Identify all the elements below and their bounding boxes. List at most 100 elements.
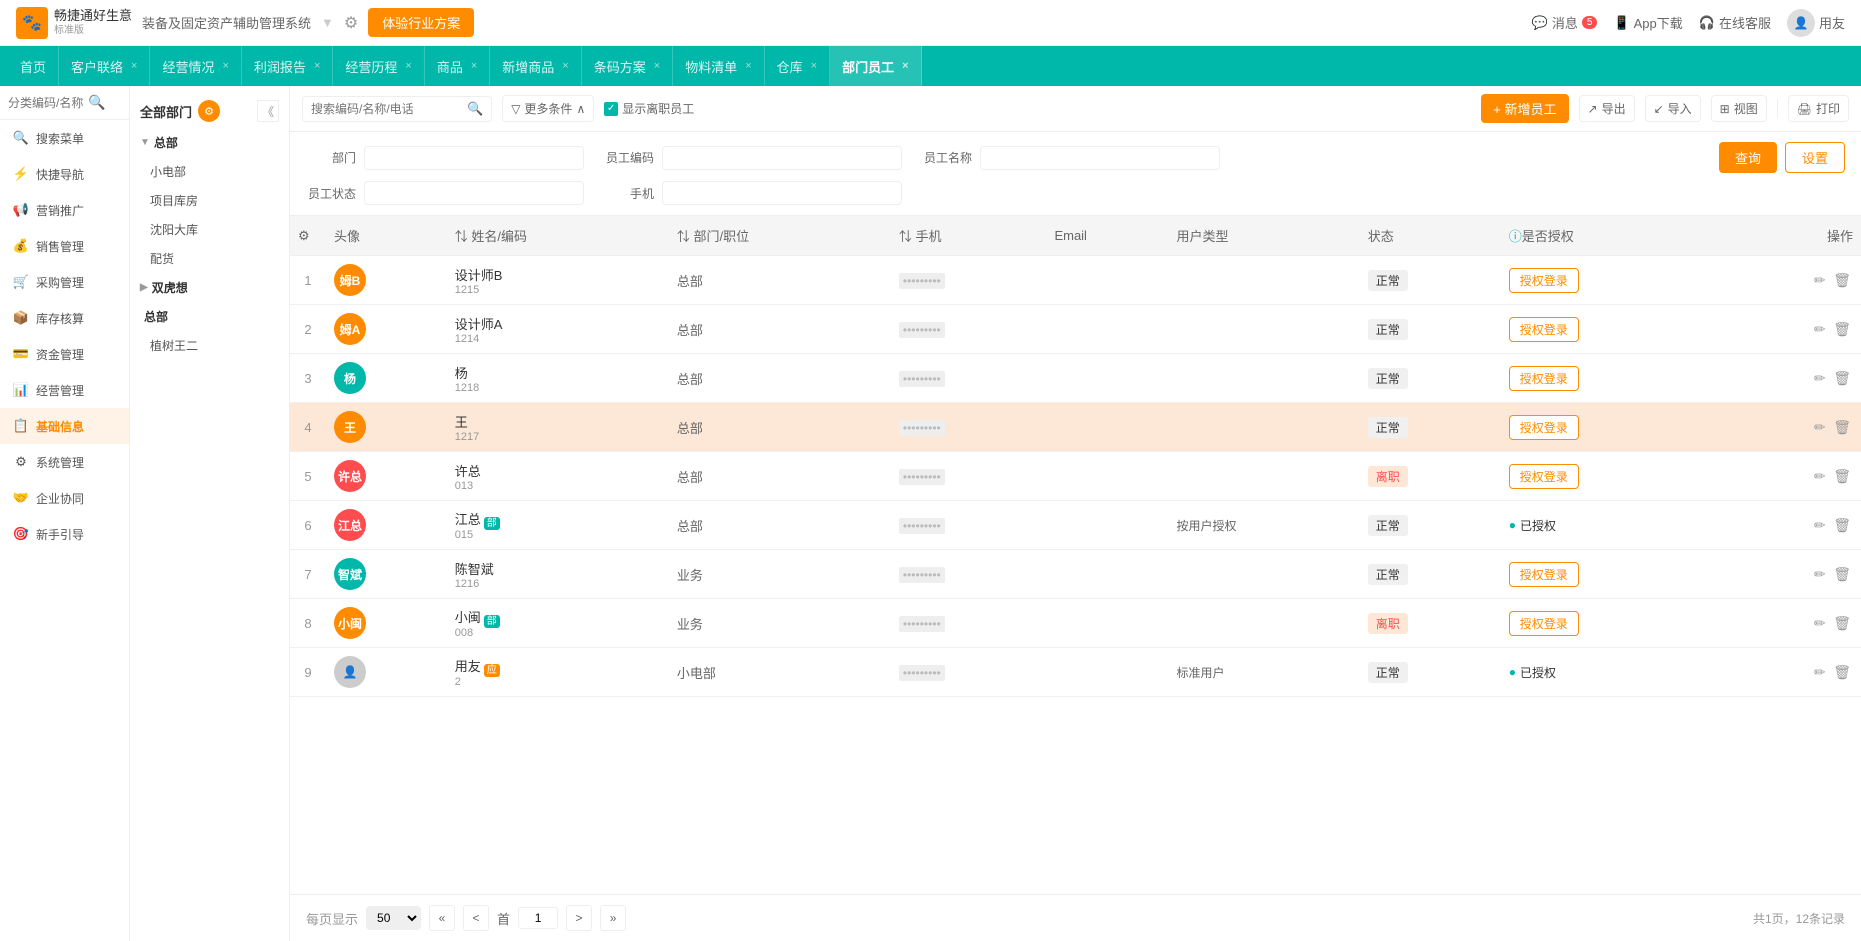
- auth-button[interactable]: 授权登录: [1509, 268, 1579, 293]
- dept-group-zongbu[interactable]: ▼ 总部: [130, 128, 289, 157]
- service-item[interactable]: 🎧 在线客服: [1699, 13, 1771, 32]
- close-history-icon[interactable]: ×: [405, 60, 411, 72]
- auth-button[interactable]: 授权登录: [1509, 317, 1579, 342]
- tab-profit[interactable]: 利润报告 ×: [242, 46, 333, 86]
- edit-button[interactable]: ✏: [1812, 270, 1828, 291]
- view-button[interactable]: ⊞ 视图: [1711, 95, 1767, 122]
- close-barcode-icon[interactable]: ×: [654, 60, 660, 72]
- delete-button[interactable]: 🗑: [1831, 564, 1853, 585]
- delete-button[interactable]: 🗑: [1831, 662, 1853, 683]
- dept-all-label[interactable]: 全部部门: [140, 102, 192, 121]
- dept-item-distribution[interactable]: 配货: [130, 244, 289, 273]
- sidebar-item-mgmt[interactable]: 📊 经营管理: [0, 372, 129, 408]
- tab-bom[interactable]: 物料清单 ×: [673, 46, 764, 86]
- edit-button[interactable]: ✏: [1812, 319, 1828, 340]
- show-resigned-checkbox[interactable]: ✓: [604, 102, 618, 116]
- delete-button[interactable]: 🗑: [1831, 515, 1853, 536]
- trial-button[interactable]: 体验行业方案: [368, 8, 474, 37]
- tab-goods[interactable]: 商品 ×: [425, 46, 490, 86]
- delete-button[interactable]: 🗑: [1831, 270, 1853, 291]
- dept-item-shenyang[interactable]: 沈阳大库: [130, 215, 289, 244]
- page-size-select[interactable]: 50 100: [366, 906, 421, 930]
- edit-button[interactable]: ✏: [1812, 662, 1828, 683]
- export-button[interactable]: ↗ 导出: [1579, 95, 1635, 122]
- next-page-button[interactable]: >: [566, 905, 592, 931]
- auth-button[interactable]: 授权登录: [1509, 562, 1579, 587]
- dept-item-project[interactable]: 项目库房: [130, 186, 289, 215]
- dept-tag-button[interactable]: ⚙: [198, 100, 220, 122]
- delete-button[interactable]: 🗑: [1831, 319, 1853, 340]
- tab-addgoods[interactable]: 新增商品 ×: [490, 46, 581, 86]
- delete-button[interactable]: 🗑: [1831, 466, 1853, 487]
- print-button[interactable]: 🖨 打印: [1788, 95, 1849, 122]
- close-goods-icon[interactable]: ×: [471, 60, 477, 72]
- close-customer-icon[interactable]: ×: [131, 60, 137, 72]
- page-number-input[interactable]: [518, 907, 558, 929]
- filter-dept-select[interactable]: [364, 146, 584, 170]
- filter-status-select[interactable]: [364, 181, 584, 205]
- dept-group-zongbu2[interactable]: 总部: [130, 302, 289, 331]
- reset-button[interactable]: 设置: [1785, 142, 1845, 173]
- edit-button[interactable]: ✏: [1812, 564, 1828, 585]
- close-warehouse-icon[interactable]: ×: [811, 60, 817, 72]
- edit-button[interactable]: ✏: [1812, 515, 1828, 536]
- sidebar-item-sales[interactable]: 💰 销售管理: [0, 228, 129, 264]
- delete-button[interactable]: 🗑: [1831, 368, 1853, 389]
- close-operation-icon[interactable]: ×: [222, 60, 228, 72]
- sidebar-item-collab[interactable]: 🤝 企业协同: [0, 480, 129, 516]
- settings-icon[interactable]: ⚙: [298, 228, 310, 243]
- sidebar-item-guide[interactable]: 🎯 新手引导: [0, 516, 129, 552]
- sidebar-item-search[interactable]: 🔍 搜索菜单: [0, 120, 129, 156]
- edit-button[interactable]: ✏: [1812, 368, 1828, 389]
- sidebar-item-inventory[interactable]: 📦 库存核算: [0, 300, 129, 336]
- delete-button[interactable]: 🗑: [1831, 613, 1853, 634]
- auth-button[interactable]: 授权登录: [1509, 415, 1579, 440]
- tab-home[interactable]: 首页: [8, 46, 59, 86]
- last-page-button[interactable]: »: [600, 905, 626, 931]
- filter-phone-input[interactable]: [662, 181, 902, 205]
- import-button[interactable]: ↙ 导入: [1645, 95, 1701, 122]
- tab-operation[interactable]: 经营情况 ×: [150, 46, 241, 86]
- gear-button[interactable]: ⚙: [344, 13, 358, 33]
- tab-warehouse[interactable]: 仓库 ×: [765, 46, 830, 86]
- dept-group-shuanghu[interactable]: ▶ 双虎想: [130, 273, 289, 302]
- dept-item-zhishu[interactable]: 植树王二: [130, 331, 289, 360]
- message-item[interactable]: 💬 消息 5: [1532, 13, 1598, 32]
- more-filter-button[interactable]: ▽ 更多条件 ∧: [502, 95, 594, 122]
- employee-search-input[interactable]: [311, 102, 461, 116]
- add-employee-button[interactable]: + 新增员工: [1481, 94, 1568, 123]
- tab-customer[interactable]: 客户联络 ×: [59, 46, 150, 86]
- edit-button[interactable]: ✏: [1812, 466, 1828, 487]
- delete-button[interactable]: 🗑: [1831, 417, 1853, 438]
- sidebar-item-marketing[interactable]: 📢 营销推广: [0, 192, 129, 228]
- query-button[interactable]: 查询: [1719, 142, 1777, 173]
- user-item[interactable]: 👤 用友: [1787, 9, 1845, 37]
- tab-history[interactable]: 经营历程 ×: [333, 46, 424, 86]
- first-page-button[interactable]: «: [429, 905, 455, 931]
- show-resigned-check[interactable]: ✓ 显示离职员工: [604, 100, 694, 117]
- auth-button[interactable]: 授权登录: [1509, 366, 1579, 391]
- sidebar-search-input[interactable]: [8, 96, 88, 110]
- close-addgoods-icon[interactable]: ×: [562, 60, 568, 72]
- dept-item-xiaodian[interactable]: 小电部: [130, 157, 289, 186]
- tab-employee[interactable]: 部门员工 ×: [830, 46, 921, 86]
- sidebar-item-system[interactable]: ⚙ 系统管理: [0, 444, 129, 480]
- collapse-button[interactable]: 《: [257, 100, 279, 122]
- sidebar-item-finance[interactable]: 💳 资金管理: [0, 336, 129, 372]
- edit-button[interactable]: ✏: [1812, 613, 1828, 634]
- filter-empname-input[interactable]: [980, 146, 1220, 170]
- auth-button[interactable]: 授权登录: [1509, 611, 1579, 636]
- auth-button[interactable]: 授权登录: [1509, 464, 1579, 489]
- sidebar-item-quicknav[interactable]: ⚡ 快捷导航: [0, 156, 129, 192]
- close-employee-icon[interactable]: ×: [902, 60, 908, 72]
- tab-barcode[interactable]: 条码方案 ×: [582, 46, 673, 86]
- app-download-item[interactable]: 📱 App下载: [1613, 13, 1682, 32]
- table-row: 7 智斌 陈智斌 1216 业务 ••••••••• 正常 授权登录 ✏ 🗑: [290, 550, 1861, 599]
- sidebar-item-basic[interactable]: 📋 基础信息: [0, 408, 129, 444]
- sidebar-item-purchase[interactable]: 🛒 采购管理: [0, 264, 129, 300]
- close-profit-icon[interactable]: ×: [314, 60, 320, 72]
- prev-page-button[interactable]: <: [463, 905, 489, 931]
- edit-button[interactable]: ✏: [1812, 417, 1828, 438]
- filter-empcode-input[interactable]: [662, 146, 902, 170]
- close-bom-icon[interactable]: ×: [745, 60, 751, 72]
